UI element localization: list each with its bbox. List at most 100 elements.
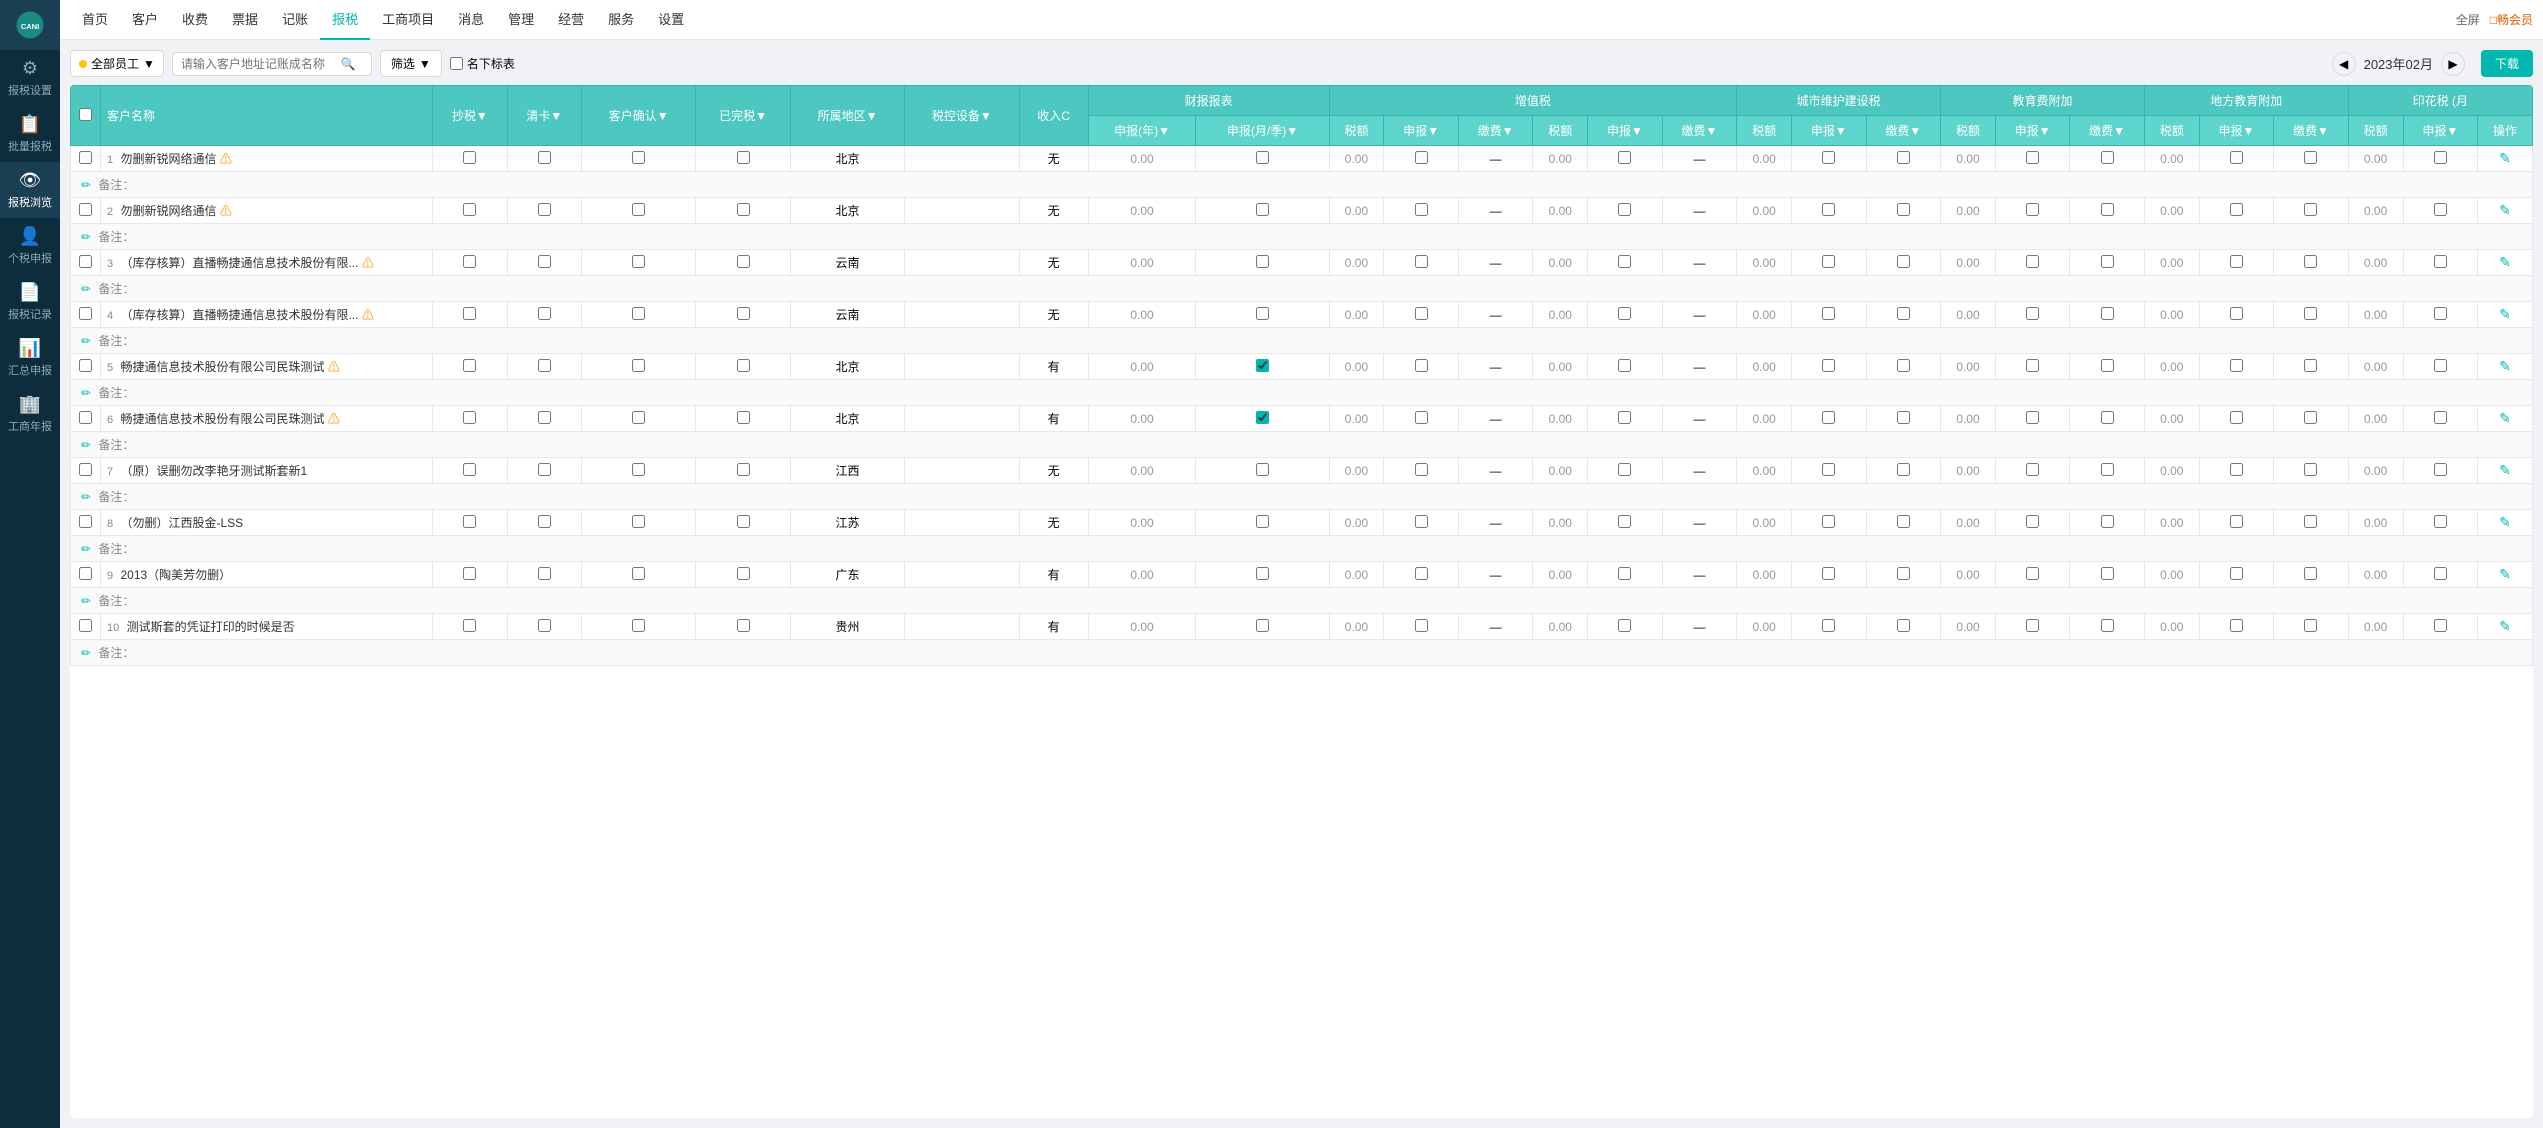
yiwanshui-checkbox[interactable] — [737, 567, 750, 580]
zzs-shenbao2-checkbox[interactable] — [1618, 515, 1631, 528]
csjian-shenbao-checkbox[interactable] — [1822, 359, 1835, 372]
caibao-month-check[interactable] — [1196, 250, 1329, 276]
caibao-month-check[interactable] — [1196, 614, 1329, 640]
jiaoyu-shenbao[interactable] — [1995, 146, 2070, 172]
yiwanshui-checkbox[interactable] — [737, 203, 750, 216]
caibao-month-checkbox[interactable] — [1256, 515, 1269, 528]
jiaoyu-jiaofei[interactable] — [2070, 510, 2145, 536]
difang-jiaofei[interactable] — [2274, 510, 2349, 536]
difang-jiaofei-checkbox[interactable] — [2304, 255, 2317, 268]
prev-month-button[interactable]: ◀ — [2332, 52, 2356, 76]
csjian-shenbao-checkbox[interactable] — [1822, 619, 1835, 632]
qingka-checkbox[interactable] — [538, 619, 551, 632]
csjian-shenbao[interactable] — [1792, 406, 1867, 432]
yinhua-shenbao[interactable] — [2403, 510, 2478, 536]
queren-checkbox[interactable] — [632, 515, 645, 528]
sidebar-item-gongshangnian[interactable]: 🏢 工商年报 — [0, 386, 60, 442]
employee-filter[interactable]: 全部员工 ▼ — [70, 50, 164, 77]
queren-cell[interactable] — [582, 250, 696, 276]
queren-cell[interactable] — [582, 510, 696, 536]
zzs-shenbao-checkbox[interactable] — [1415, 203, 1428, 216]
edit-icon[interactable]: ✎ — [2499, 306, 2511, 322]
zzs-shenbao[interactable] — [1384, 406, 1459, 432]
csjian-shenbao[interactable] — [1792, 354, 1867, 380]
zzs-shenbao-checkbox[interactable] — [1415, 567, 1428, 580]
difang-jiaofei-checkbox[interactable] — [2304, 515, 2317, 528]
edit-cell[interactable]: ✎ — [2478, 198, 2533, 224]
caibao-month-check[interactable] — [1196, 302, 1329, 328]
sidebar-item-geshui[interactable]: 👤 个税申报 — [0, 218, 60, 274]
zzs-shenbao[interactable] — [1384, 510, 1459, 536]
queren-checkbox[interactable] — [632, 151, 645, 164]
edit-icon[interactable]: ✎ — [2499, 410, 2511, 426]
nav-kehu[interactable]: 客户 — [120, 0, 170, 40]
difang-shenbao-checkbox[interactable] — [2230, 515, 2243, 528]
edit-cell[interactable]: ✎ — [2478, 458, 2533, 484]
yinhua-shenbao[interactable] — [2403, 562, 2478, 588]
csjian-jiaofei[interactable] — [1866, 510, 1941, 536]
queren-cell[interactable] — [582, 354, 696, 380]
caibao-month-checkbox[interactable] — [1256, 255, 1269, 268]
csjian-jiaofei[interactable] — [1866, 406, 1941, 432]
zzs-shenbao2[interactable] — [1588, 146, 1663, 172]
queren-checkbox[interactable] — [632, 307, 645, 320]
jiaoyu-jiaofei-checkbox[interactable] — [2101, 515, 2114, 528]
queren-cell[interactable] — [582, 562, 696, 588]
edit-cell[interactable]: ✎ — [2478, 146, 2533, 172]
nav-xiaoshi[interactable]: 消息 — [446, 0, 496, 40]
csjian-shenbao[interactable] — [1792, 510, 1867, 536]
row-checkbox-cell[interactable] — [71, 510, 101, 536]
next-month-button[interactable]: ▶ — [2441, 52, 2465, 76]
zzs-shenbao2[interactable] — [1588, 510, 1663, 536]
qingka-cell[interactable] — [507, 406, 582, 432]
zzs-shenbao2[interactable] — [1588, 354, 1663, 380]
qingka-cell[interactable] — [507, 250, 582, 276]
jiaoyu-shenbao-checkbox[interactable] — [2026, 515, 2039, 528]
edit-cell[interactable]: ✎ — [2478, 406, 2533, 432]
csjian-shenbao[interactable] — [1792, 146, 1867, 172]
fullscreen-btn[interactable]: 全屏 — [2456, 11, 2480, 28]
zzs-shenbao-checkbox[interactable] — [1415, 463, 1428, 476]
jiaoyu-jiaofei-checkbox[interactable] — [2101, 463, 2114, 476]
zzs-shenbao[interactable] — [1384, 146, 1459, 172]
yinhua-shenbao-checkbox[interactable] — [2434, 463, 2447, 476]
yinhua-shenbao[interactable] — [2403, 614, 2478, 640]
mingxia-checkbox-label[interactable]: 名下标表 — [450, 55, 515, 72]
yinhua-shenbao-checkbox[interactable] — [2434, 203, 2447, 216]
jiaoyu-shenbao-checkbox[interactable] — [2026, 307, 2039, 320]
qingka-cell[interactable] — [507, 198, 582, 224]
csjian-jiaofei-checkbox[interactable] — [1897, 619, 1910, 632]
queren-cell[interactable] — [582, 614, 696, 640]
yiwanshui-cell[interactable] — [696, 198, 790, 224]
zzs-shenbao[interactable] — [1384, 354, 1459, 380]
qingka-checkbox[interactable] — [538, 151, 551, 164]
jiaoyu-jiaofei-checkbox[interactable] — [2101, 151, 2114, 164]
csjian-jiaofei[interactable] — [1866, 302, 1941, 328]
qingka-checkbox[interactable] — [538, 255, 551, 268]
yiwanshui-cell[interactable] — [696, 614, 790, 640]
difang-shenbao[interactable] — [2199, 406, 2274, 432]
chaoshui-cell[interactable] — [433, 458, 508, 484]
yinhua-shenbao[interactable] — [2403, 302, 2478, 328]
nav-shoufei[interactable]: 收费 — [170, 0, 220, 40]
chaoshui-checkbox[interactable] — [463, 255, 476, 268]
row-checkbox[interactable] — [79, 203, 92, 216]
queren-checkbox[interactable] — [632, 619, 645, 632]
jiaoyu-jiaofei[interactable] — [2070, 302, 2145, 328]
mingxia-checkbox[interactable] — [450, 57, 463, 70]
difang-shenbao[interactable] — [2199, 354, 2274, 380]
jiaoyu-jiaofei[interactable] — [2070, 458, 2145, 484]
qingka-checkbox[interactable] — [538, 515, 551, 528]
difang-shenbao-checkbox[interactable] — [2230, 411, 2243, 424]
difang-jiaofei-checkbox[interactable] — [2304, 151, 2317, 164]
queren-checkbox[interactable] — [632, 203, 645, 216]
nav-fuwu[interactable]: 服务 — [596, 0, 646, 40]
queren-checkbox[interactable] — [632, 567, 645, 580]
queren-cell[interactable] — [582, 198, 696, 224]
yiwanshui-checkbox[interactable] — [737, 463, 750, 476]
difang-shenbao[interactable] — [2199, 614, 2274, 640]
chaoshui-checkbox[interactable] — [463, 567, 476, 580]
zzs-shenbao2[interactable] — [1588, 406, 1663, 432]
chaoshui-cell[interactable] — [433, 302, 508, 328]
queren-cell[interactable] — [582, 146, 696, 172]
